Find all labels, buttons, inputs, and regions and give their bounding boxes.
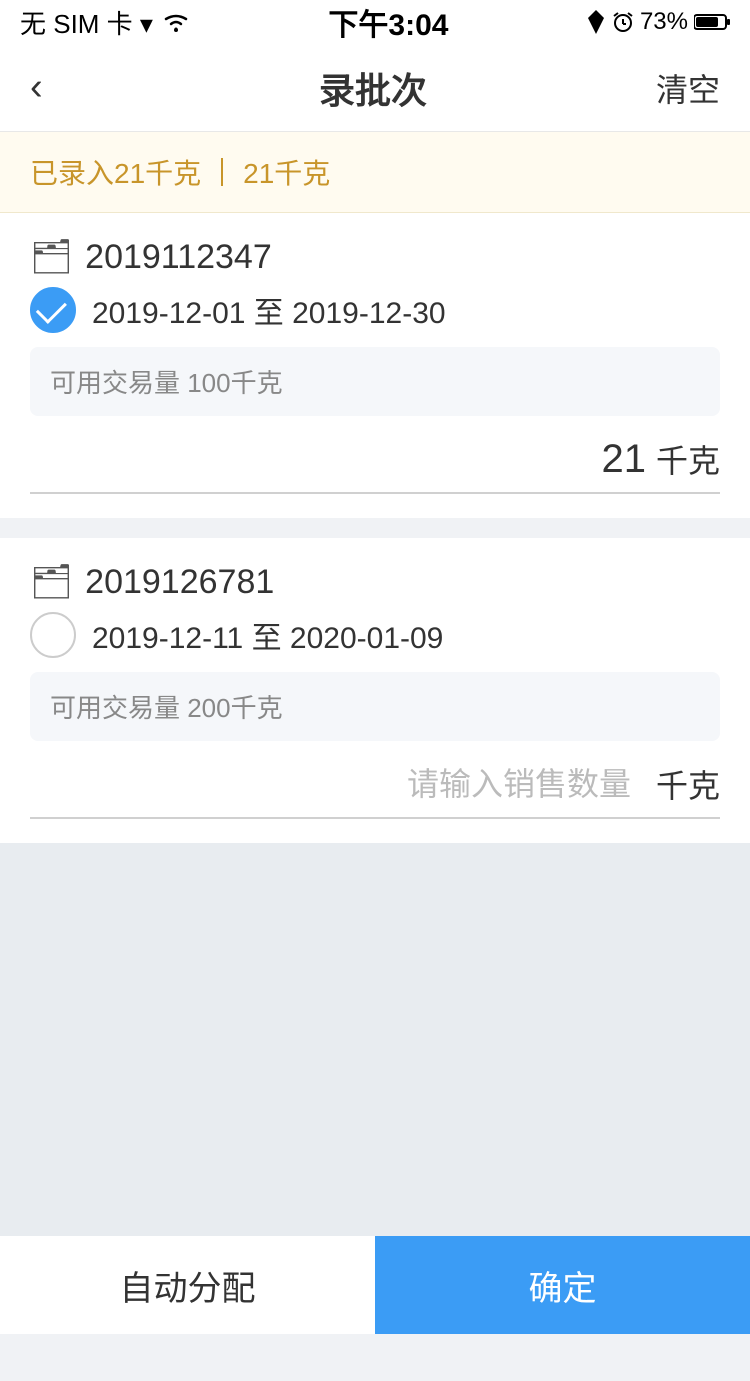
info-banner: 已录入21千克 21千克 — [0, 132, 750, 213]
page-title: 录批次 — [319, 62, 427, 114]
batch2-icon: 🗂 — [30, 562, 73, 602]
nav-bar: ‹ 录批次 清空 — [0, 44, 750, 132]
batch1-checkbox[interactable] — [30, 287, 76, 333]
batch1-date: 2019-12-01 至 2019-12-30 — [92, 288, 446, 332]
wifi-icon — [161, 11, 191, 33]
batch2-avail: 可用交易量 200千克 — [30, 672, 720, 741]
sim-label: 无 SIM 卡 ▾ — [20, 4, 153, 41]
batch2-bottom-gap — [0, 819, 750, 843]
batch2-unit: 千克 — [656, 761, 720, 807]
batch1-header: 🗂 2019112347 — [0, 213, 750, 277]
batch1-qty-value: 21 — [601, 437, 646, 482]
batch2-date: 2019-12-11 至 2020-01-09 — [92, 613, 443, 657]
batch1-row[interactable]: 2019-12-01 至 2019-12-30 — [0, 277, 750, 333]
batch1-bottom-gap — [0, 494, 750, 518]
section-gap-1 — [0, 518, 750, 538]
status-left: 无 SIM 卡 ▾ — [20, 4, 191, 41]
batch1-number: 2019112347 — [85, 238, 272, 277]
batch2-checkbox[interactable] — [30, 612, 76, 658]
batch2-input-row[interactable]: 千克 — [0, 741, 750, 807]
bottom-bar: 自动分配 确定 — [0, 1236, 750, 1334]
recorded-label: 已录入21千克 — [30, 152, 201, 192]
gray-area — [0, 843, 750, 1283]
batch2-header: 🗂 2019126781 — [0, 538, 750, 602]
batch2-row[interactable]: 2019-12-11 至 2020-01-09 — [0, 602, 750, 658]
location-icon — [586, 10, 606, 34]
recorded-value: 21千克 — [243, 152, 330, 192]
clear-button[interactable]: 清空 — [656, 65, 720, 111]
status-bar: 无 SIM 卡 ▾ 下午3:04 73% — [0, 0, 750, 44]
batch-item-2: 🗂 2019126781 2019-12-11 至 2020-01-09 可用交… — [0, 538, 750, 843]
batch1-avail: 可用交易量 100千克 — [30, 347, 720, 416]
status-time: 下午3:04 — [328, 0, 448, 44]
alarm-icon — [612, 11, 634, 33]
back-button[interactable]: ‹ — [30, 66, 90, 109]
batch1-icon: 🗂 — [30, 237, 73, 277]
batch2-qty-input[interactable] — [30, 766, 646, 803]
batch1-qty-unit: 千克 — [656, 436, 720, 482]
batch2-number: 2019126781 — [85, 563, 274, 602]
batch-item-1: 🗂 2019112347 2019-12-01 至 2019-12-30 可用交… — [0, 213, 750, 518]
banner-divider — [221, 158, 223, 186]
status-right: 73% — [586, 8, 730, 36]
battery-label: 73% — [640, 8, 688, 36]
confirm-button[interactable]: 确定 — [375, 1236, 750, 1334]
auto-distribute-button[interactable]: 自动分配 — [0, 1236, 375, 1334]
battery-icon — [694, 13, 730, 31]
batch1-qty-row: 21 千克 — [0, 416, 750, 482]
